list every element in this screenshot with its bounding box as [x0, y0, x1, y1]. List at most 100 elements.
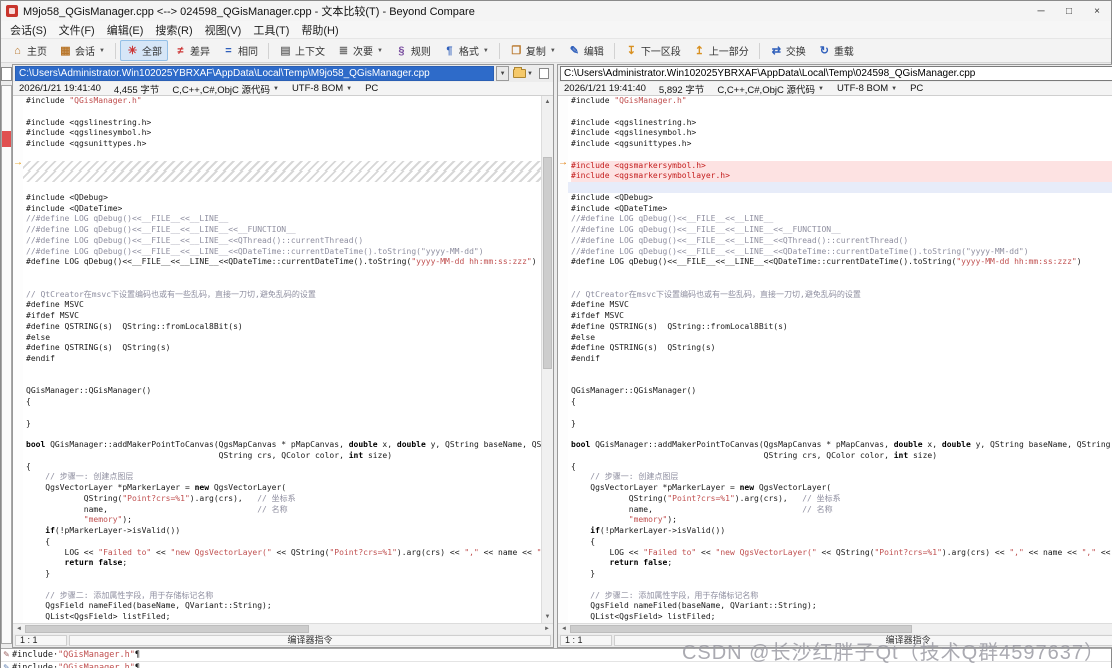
code-line: // 步骤一: 创建点图层	[45, 472, 134, 482]
toolbar-next-section-button[interactable]: ↧ 下一区段	[619, 40, 687, 61]
left-cursor-position: 1 : 1	[15, 634, 67, 646]
right-hscroll-thumb[interactable]	[570, 624, 913, 633]
code-line: //#define LOG qDebug()<<__FILE__<<__LINE…	[26, 235, 364, 245]
code-line: #define MSVC	[26, 300, 84, 310]
code-line: // 步骤二: 添加属性字段，用于存储标记名称	[590, 590, 759, 600]
left-file-path-input[interactable]: C:\Users\Administrator.Win102025YBRXAF\A…	[15, 66, 495, 81]
toolbar-sessions-button[interactable]: ▦ 会话 ▼	[53, 40, 111, 61]
prev-section-icon: ↥	[694, 45, 704, 57]
toolbar-minor-button[interactable]: ≣ 次要 ▼	[331, 40, 389, 61]
toolbar-all-button[interactable]: ✳ 全部	[119, 40, 168, 61]
right-horizontal-scrollbar[interactable]: ◄ ►	[558, 622, 1112, 634]
scroll-up-icon[interactable]: ▲	[542, 96, 553, 107]
menu-search[interactable]: 搜索(R)	[149, 21, 198, 39]
right-line-ending: PC	[910, 83, 924, 94]
code-line: if(!pMarkerLayer->isValid())	[45, 526, 181, 535]
left-file-pane: C:\Users\Administrator.Win102025YBRXAF\A…	[12, 64, 554, 648]
scroll-down-icon[interactable]: ▼	[542, 612, 553, 623]
scroll-left-icon[interactable]: ◄	[13, 626, 25, 632]
thumbnail-page-icon[interactable]	[1, 67, 12, 81]
toolbar-swap-button[interactable]: ⇄ 交换	[764, 40, 812, 61]
menu-tools[interactable]: 工具(T)	[247, 21, 295, 39]
left-line-detail-row[interactable]: ✎ #include·"QGisManager.h"¶	[1, 649, 1111, 662]
left-hscroll-track[interactable]	[25, 624, 541, 634]
right-format-label: C,C++,C#,ObjC 源代码	[717, 84, 815, 96]
toolbar-copy-button[interactable]: ❐ 复制 ▼	[504, 40, 562, 61]
toolbar-context-button[interactable]: ▤ 上下文	[273, 40, 331, 61]
left-path-dropdown-icon[interactable]: ▼	[496, 66, 510, 81]
minimize-button[interactable]: ─	[1027, 2, 1055, 20]
right-hscroll-track[interactable]	[570, 624, 1112, 634]
left-line-ending: PC	[365, 83, 379, 94]
left-file-datetime: 2026/1/21 19:41:40	[19, 83, 101, 94]
reload-icon: ↻	[819, 45, 829, 57]
right-format-select[interactable]: C,C++,C#,ObjC 源代码 ▼	[717, 82, 824, 96]
toolbar-rules-button[interactable]: § 规则	[389, 40, 437, 61]
diff-overview-strip[interactable]	[1, 85, 12, 644]
menubar: 会话(S) 文件(F) 编辑(E) 搜索(R) 视图(V) 工具(T) 帮助(H)	[1, 21, 1111, 38]
menu-file[interactable]: 文件(F)	[53, 21, 101, 39]
code-line: "memory");	[83, 515, 132, 525]
left-vscroll-track[interactable]	[542, 107, 553, 612]
scroll-left-icon[interactable]: ◄	[558, 626, 570, 632]
code-line: {	[571, 461, 576, 471]
code-line: QString("Point?crs=%1").arg(crs), // 坐标系	[571, 493, 841, 503]
close-button[interactable]: ×	[1083, 2, 1111, 20]
toolbar-same-button[interactable]: = 相同	[216, 40, 264, 61]
left-line-detail-text: #include·"QGisManager.h"¶	[12, 649, 140, 660]
menu-edit[interactable]: 编辑(E)	[101, 21, 150, 39]
left-format-select[interactable]: C,C++,C#,ObjC 源代码 ▼	[172, 82, 279, 96]
code-line: //#define LOG qDebug()<<__FILE__<<__LINE…	[26, 246, 484, 256]
maximize-button[interactable]: □	[1055, 2, 1083, 20]
toolbar-edit-button[interactable]: ✎ 编辑	[562, 40, 610, 61]
right-file-size: 5,892 字节	[658, 84, 705, 96]
toolbar-format-label: 格式	[458, 47, 479, 58]
window-title: M9jo58_QGisManager.cpp <--> 024598_QGisM…	[23, 6, 475, 18]
next-section-icon: ↧	[626, 45, 636, 57]
menu-help[interactable]: 帮助(H)	[295, 21, 344, 39]
right-code-wrap: → #include "QGisManager.h" #include <qgsl…	[558, 96, 1112, 623]
left-encoding-select[interactable]: UTF-8 BOM ▼	[292, 83, 352, 94]
diff-overview-marker[interactable]	[2, 130, 11, 147]
code-line: QString crs, QColor color, int size)	[571, 450, 938, 460]
toolbar-format-button[interactable]: ¶ 格式 ▼	[437, 40, 495, 61]
code-line: bool QGisManager::addMakerPointToCanvas(…	[571, 440, 1111, 449]
menu-session[interactable]: 会话(S)	[4, 21, 53, 39]
minor-icon: ≣	[338, 45, 349, 57]
toolbar-diffs-button[interactable]: ≠ 差异	[168, 40, 216, 61]
toolbar-diffs-label: 差异	[189, 47, 210, 58]
right-file-path-input[interactable]: C:\Users\Administrator.Win102025YBRXAF\A…	[560, 66, 1112, 81]
left-vertical-scrollbar[interactable]: ▲ ▼	[541, 96, 553, 623]
scroll-right-icon[interactable]: ►	[541, 626, 553, 632]
dropdown-caret-icon: ▼	[549, 47, 556, 54]
right-line-detail-row[interactable]: ✎ #include·"QGisManager.h"¶	[1, 662, 1111, 668]
code-line: #include <QDebug>	[26, 192, 108, 202]
toolbar-reload-button[interactable]: ↻ 重载	[812, 40, 860, 61]
code-line: #define MSVC	[571, 300, 629, 310]
toolbar-prev-section-button[interactable]: ↥ 上一部分	[687, 40, 755, 61]
copy-icon: ❐	[511, 45, 522, 57]
code-line: if(!pMarkerLayer->isValid())	[590, 526, 726, 535]
code-line: {	[26, 461, 31, 471]
left-hscroll-thumb[interactable]	[25, 624, 309, 633]
dropdown-caret-icon: ▼	[376, 47, 383, 54]
code-line: name, // 名称	[571, 504, 833, 514]
left-code[interactable]: #include "QGisManager.h" #include <qgslin…	[23, 96, 541, 623]
left-file-size: 4,455 字节	[113, 84, 160, 96]
code-line: QgsField nameFiled(baseName, QVariant::S…	[571, 601, 817, 611]
toolbar-separator	[114, 42, 116, 59]
left-browse-button[interactable]: ▼	[511, 66, 535, 81]
right-code[interactable]: #include "QGisManager.h" #include <qgslin…	[568, 96, 1112, 623]
left-vscroll-thumb[interactable]	[543, 157, 552, 370]
left-horizontal-scrollbar[interactable]: ◄ ►	[13, 622, 553, 634]
right-encoding-select[interactable]: UTF-8 BOM ▼	[837, 83, 897, 94]
code-line: //#define LOG qDebug()<<__FILE__<<__LINE…	[571, 246, 1029, 256]
code-line: // QtCreator在msvc下设置编码也或有一些乱码，直接一刀切,避免乱码…	[571, 289, 861, 299]
toolbar-home-button[interactable]: ⌂ 主页	[5, 40, 53, 61]
left-file-menu-button[interactable]	[537, 66, 551, 81]
menu-view[interactable]: 视图(V)	[199, 21, 248, 39]
code-line: // QtCreator在msvc下设置编码也或有一些乱码，直接一刀切,避免乱码…	[26, 289, 316, 299]
